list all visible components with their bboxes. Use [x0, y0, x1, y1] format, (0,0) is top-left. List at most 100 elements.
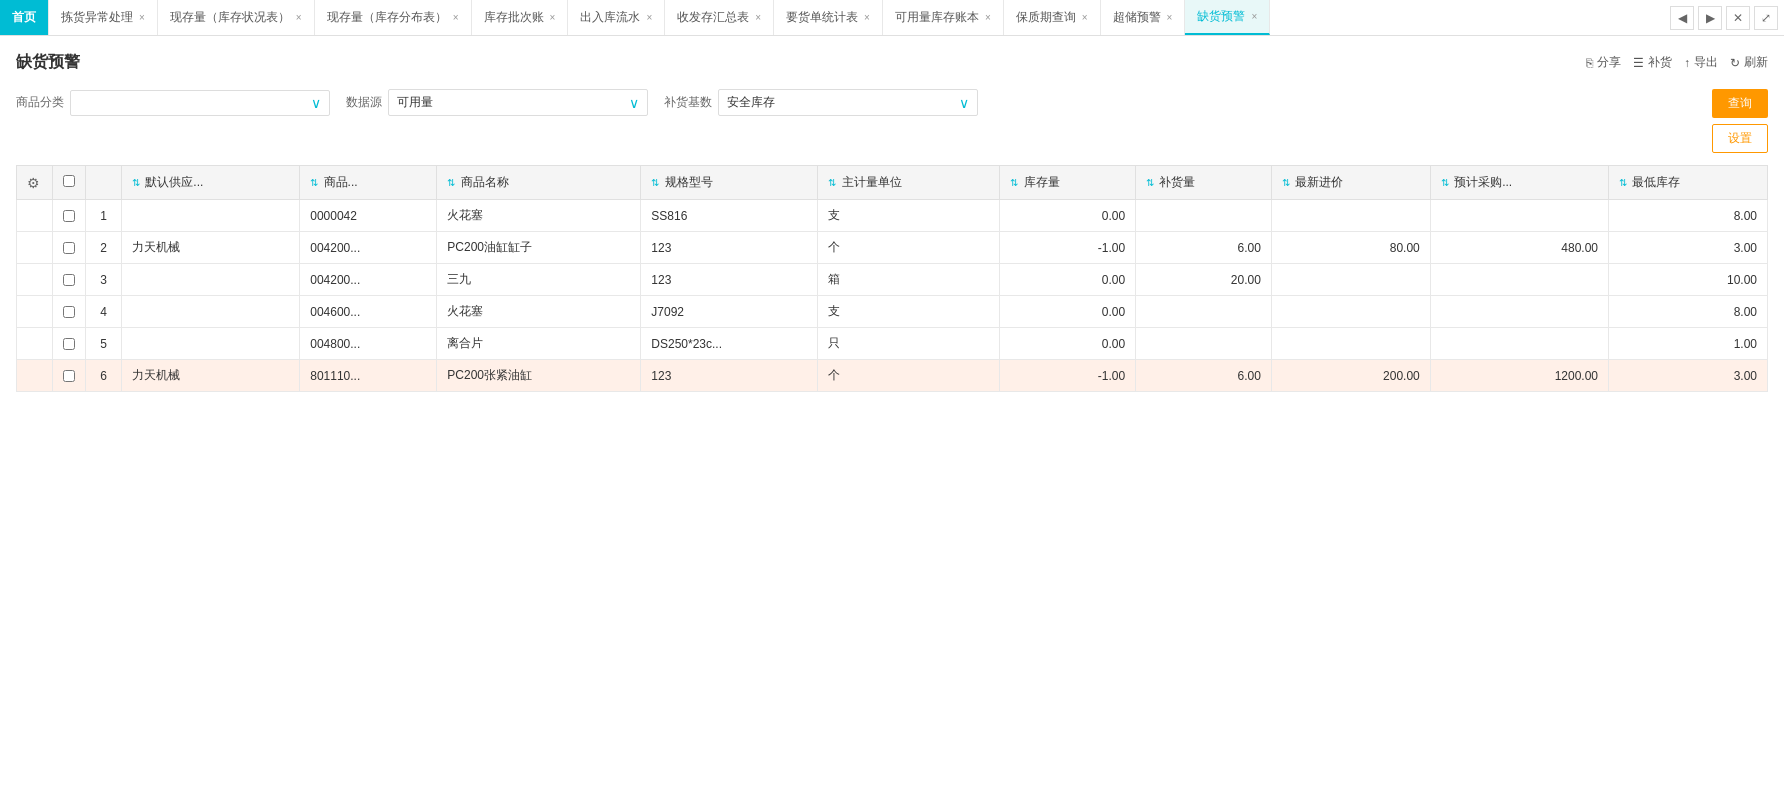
table-row: 3 004200... 三九 123 箱 0.00 20.00 10.00 — [17, 264, 1768, 296]
row-checkbox-1[interactable] — [63, 242, 75, 254]
header-actions: ⎘ 分享 ☰ 补货 ↑ 导出 ↻ 刷新 — [1586, 54, 1768, 71]
row-name-2: 三九 — [437, 264, 641, 296]
col-latest-price: ⇅ 最新进价 — [1271, 166, 1430, 200]
row-replenish-5: 6.00 — [1136, 360, 1272, 392]
row-settings-cell — [17, 264, 53, 296]
settings-icon[interactable]: ⚙ — [27, 175, 40, 191]
select-all-checkbox[interactable] — [63, 175, 75, 187]
row-checkbox-2[interactable] — [63, 274, 75, 286]
row-checkbox-0[interactable] — [63, 210, 75, 222]
close-tab-6[interactable]: × — [755, 12, 761, 23]
nav-next-button[interactable]: ▶ — [1698, 6, 1722, 30]
row-code-5: 801110... — [300, 360, 437, 392]
tab-stockout[interactable]: 缺货预警 × — [1185, 0, 1270, 35]
query-button[interactable]: 查询 — [1712, 89, 1768, 118]
sort-icon-est-purchase: ⇅ — [1441, 177, 1449, 188]
row-checkbox-5[interactable] — [63, 370, 75, 382]
top-nav: 首页 拣货异常处理 × 现存量（库存状况表） × 现存量（库存分布表） × 库存… — [0, 0, 1784, 36]
close-tab-1[interactable]: × — [139, 12, 145, 23]
row-name-4: 离合片 — [437, 328, 641, 360]
row-stock-1: -1.00 — [1000, 232, 1136, 264]
replenish-icon: ☰ — [1633, 56, 1644, 70]
settings-button[interactable]: 设置 — [1712, 124, 1768, 153]
col-replenish-qty: ⇅ 补货量 — [1136, 166, 1272, 200]
sort-icon-supplier: ⇅ — [132, 177, 140, 188]
sort-icon-price: ⇅ — [1282, 177, 1290, 188]
page-title: 缺货预警 — [16, 52, 80, 73]
col-stock-qty: ⇅ 库存量 — [1000, 166, 1136, 200]
nav-prev-button[interactable]: ◀ — [1670, 6, 1694, 30]
row-spec-4: DS250*23c... — [641, 328, 818, 360]
row-name-1: PC200油缸缸子 — [437, 232, 641, 264]
row-spec-5: 123 — [641, 360, 818, 392]
close-tab-4[interactable]: × — [550, 12, 556, 23]
row-price-4 — [1271, 328, 1430, 360]
close-tab-5[interactable]: × — [646, 12, 652, 23]
sort-icon-min-stock: ⇅ — [1619, 177, 1627, 188]
tab-home[interactable]: 首页 — [0, 0, 49, 35]
nav-controls: ◀ ▶ ✕ ⤢ — [1664, 6, 1784, 30]
tab-requisition[interactable]: 要货单统计表 × — [774, 0, 883, 35]
row-code-1: 004200... — [300, 232, 437, 264]
row-replenish-3 — [1136, 296, 1272, 328]
sort-icon-code: ⇅ — [310, 177, 318, 188]
col-settings: ⚙ — [17, 166, 53, 200]
refresh-button[interactable]: ↻ 刷新 — [1730, 54, 1768, 71]
reorder-base-select[interactable]: 安全库存 ∨ — [718, 89, 978, 116]
row-num-0: 1 — [86, 200, 122, 232]
datasource-filter-value: 可用量 — [397, 94, 629, 111]
tab-receive-send[interactable]: 收发存汇总表 × — [665, 0, 774, 35]
row-unit-4: 只 — [818, 328, 1000, 360]
filter-row: 商品分类 ∨ 数据源 可用量 ∨ 补货基数 安全库存 ∨ — [16, 89, 1696, 116]
category-filter-select[interactable]: ∨ — [70, 90, 330, 116]
col-row-num — [86, 166, 122, 200]
replenish-button[interactable]: ☰ 补货 — [1633, 54, 1672, 71]
data-table: ⚙ ⇅ 默认供应... ⇅ 商品... ⇅ 商品名称 — [16, 165, 1768, 392]
close-tab-3[interactable]: × — [453, 12, 459, 23]
row-num-4: 5 — [86, 328, 122, 360]
tab-stock-batch[interactable]: 库存批次账 × — [472, 0, 569, 35]
close-tab-11[interactable]: × — [1251, 11, 1257, 22]
row-stock-0: 0.00 — [1000, 200, 1136, 232]
tab-pick-exception[interactable]: 拣货异常处理 × — [49, 0, 158, 35]
export-button[interactable]: ↑ 导出 — [1684, 54, 1718, 71]
row-checkbox-cell — [53, 264, 86, 296]
close-tab-9[interactable]: × — [1082, 12, 1088, 23]
col-unit: ⇅ 主计量单位 — [818, 166, 1000, 200]
tab-inout-flow[interactable]: 出入库流水 × — [568, 0, 665, 35]
sort-icon-name: ⇅ — [447, 177, 455, 188]
row-checkbox-3[interactable] — [63, 306, 75, 318]
tab-overstock[interactable]: 超储预警 × — [1101, 0, 1186, 35]
table-row: 1 0000042 火花塞 SS816 支 0.00 8.00 — [17, 200, 1768, 232]
row-checkbox-cell — [53, 200, 86, 232]
row-spec-3: J7092 — [641, 296, 818, 328]
nav-close-button[interactable]: ✕ — [1726, 6, 1750, 30]
close-tab-10[interactable]: × — [1167, 12, 1173, 23]
row-minstock-3: 8.00 — [1609, 296, 1768, 328]
row-price-0 — [1271, 200, 1430, 232]
nav-expand-button[interactable]: ⤢ — [1754, 6, 1778, 30]
row-code-4: 004800... — [300, 328, 437, 360]
close-tab-7[interactable]: × — [864, 12, 870, 23]
close-tab-2[interactable]: × — [296, 12, 302, 23]
row-settings-cell — [17, 328, 53, 360]
row-checkbox-4[interactable] — [63, 338, 75, 350]
tab-available-stock[interactable]: 可用量库存账本 × — [883, 0, 1004, 35]
table-row: 5 004800... 离合片 DS250*23c... 只 0.00 1.00 — [17, 328, 1768, 360]
close-tab-8[interactable]: × — [985, 12, 991, 23]
row-supplier-4 — [122, 328, 300, 360]
filter-group-reorder-base: 补货基数 安全库存 ∨ — [664, 89, 978, 116]
tab-stock-dist[interactable]: 现存量（库存分布表） × — [315, 0, 472, 35]
datasource-dropdown-icon: ∨ — [629, 95, 639, 111]
share-button[interactable]: ⎘ 分享 — [1586, 54, 1621, 71]
row-checkbox-cell — [53, 296, 86, 328]
row-unit-3: 支 — [818, 296, 1000, 328]
tab-expiry[interactable]: 保质期查询 × — [1004, 0, 1101, 35]
row-est-4 — [1430, 328, 1608, 360]
row-checkbox-cell — [53, 360, 86, 392]
table-row: 6 力天机械 801110... PC200张紧油缸 123 个 -1.00 6… — [17, 360, 1768, 392]
tab-stock-status[interactable]: 现存量（库存状况表） × — [158, 0, 315, 35]
col-goods-name: ⇅ 商品名称 — [437, 166, 641, 200]
filter-group-datasource: 数据源 可用量 ∨ — [346, 89, 648, 116]
datasource-filter-select[interactable]: 可用量 ∨ — [388, 89, 648, 116]
